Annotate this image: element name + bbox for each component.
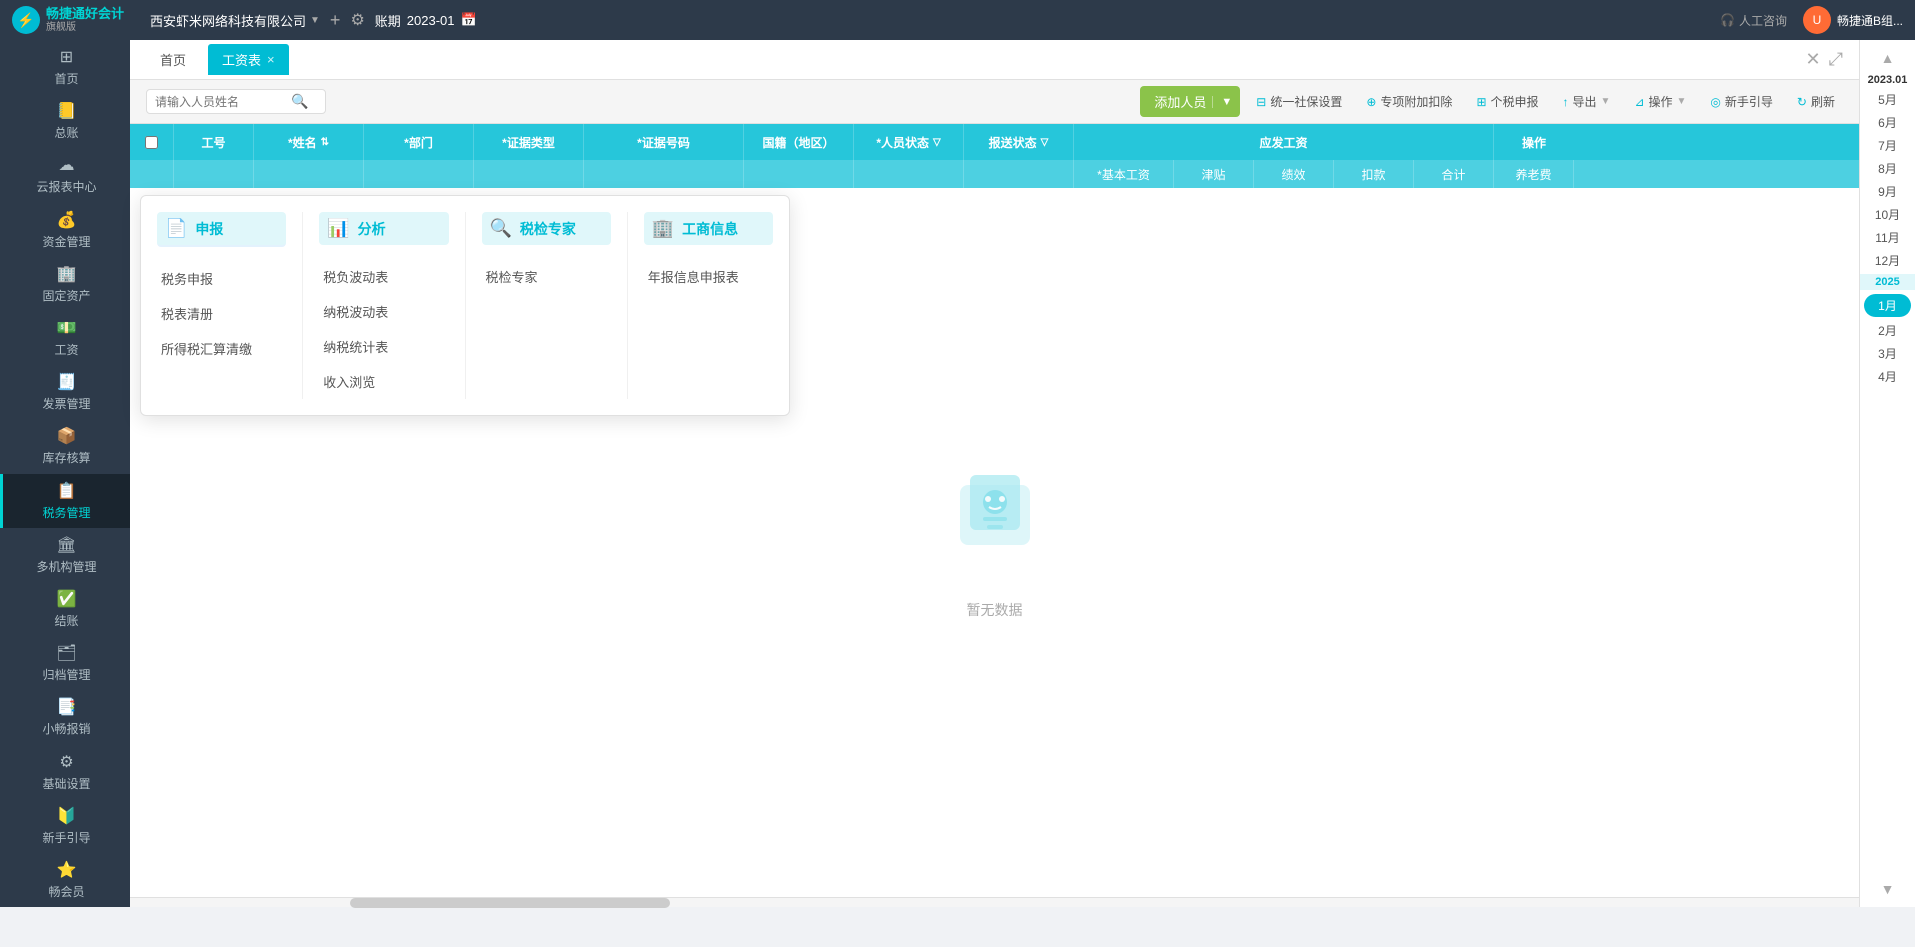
user-menu[interactable]: U 畅捷通B组...	[1803, 6, 1903, 34]
dropdown-item-tax-wave2[interactable]: 纳税波动表	[319, 294, 448, 329]
dropdown-menu: 📄 申报 税务申报 税表清册 所得税汇算清缴 📊 分析 税负波动表	[140, 195, 790, 416]
dropdown-item-income-calc[interactable]: 所得税汇算清缴	[157, 331, 286, 366]
company-selector[interactable]: 西安虾米网络科技有限公司 ▼	[150, 11, 320, 30]
dropdown-item-income-browse[interactable]: 收入浏览	[319, 364, 448, 399]
dropdown-item-tax-expert[interactable]: 税检专家	[482, 259, 611, 294]
help-button[interactable]: 🎧 人工咨询	[1720, 12, 1787, 29]
chevron-down-icon: ▼	[310, 15, 320, 26]
headset-icon: 🎧	[1720, 13, 1735, 27]
dropdown-item-tax-report[interactable]: 税务申报	[157, 261, 286, 296]
app-logo: ⚡ 畅捷通好会计 旗舰版	[12, 6, 132, 34]
dropdown-section-shenbao: 📄 申报 税务申报 税表清册 所得税汇算清缴	[157, 212, 303, 399]
shenbao-icon: 📄	[165, 218, 187, 239]
dropdown-section-shuijian: 🔍 税检专家 税检专家	[466, 212, 628, 399]
calendar-icon[interactable]: 📅	[461, 12, 477, 28]
fenxi-icon: 📊	[327, 218, 349, 239]
dropdown-section-fenxi: 📊 分析 税负波动表 纳税波动表 纳税统计表 收入浏览	[303, 212, 465, 399]
dropdown-item-tax-stat[interactable]: 纳税统计表	[319, 329, 448, 364]
dropdown-item-tax-table[interactable]: 税表清册	[157, 296, 286, 331]
dropdown-item-annual-report[interactable]: 年报信息申报表	[644, 259, 773, 294]
settings-icon[interactable]: ⚙	[350, 10, 364, 30]
shuijian-icon: 🔍	[490, 218, 512, 239]
add-company-button[interactable]: +	[330, 10, 341, 31]
gongshang-icon: 🏢	[652, 218, 674, 239]
dropdown-section-gongshang: 🏢 工商信息 年报信息申报表	[628, 212, 773, 399]
dropdown-item-tax-wave[interactable]: 税负波动表	[319, 259, 448, 294]
dropdown-overlay[interactable]	[0, 0, 1915, 907]
period-display: 账期 2023-01 📅	[375, 11, 477, 30]
